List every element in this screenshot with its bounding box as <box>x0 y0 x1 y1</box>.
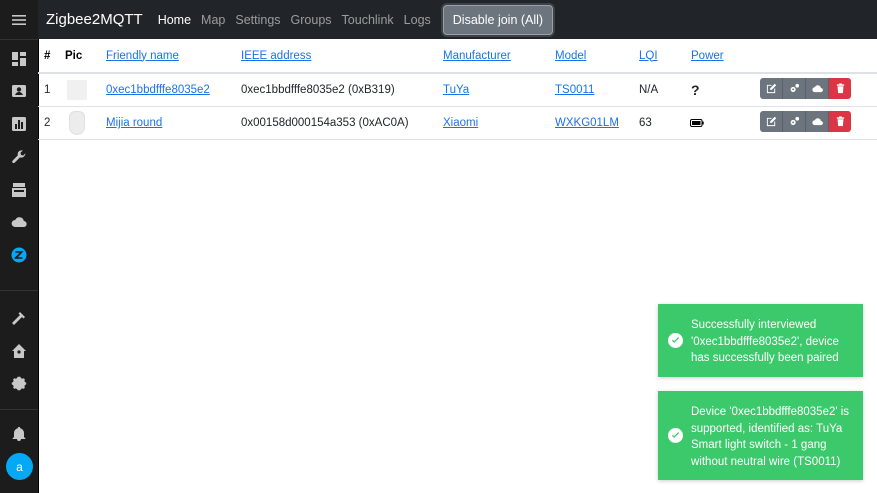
header-ieee-address[interactable]: IEEE address <box>241 39 311 72</box>
nav-map[interactable]: Map <box>201 13 225 27</box>
brand-title[interactable]: Zigbee2MQTT <box>46 11 143 28</box>
edit-icon <box>766 83 776 94</box>
cloud-icon <box>811 118 823 126</box>
avatar[interactable]: a <box>6 453 33 480</box>
sidebar-divider <box>0 290 38 291</box>
cogs-icon <box>790 83 799 92</box>
header-manufacturer[interactable]: Manufacturer <box>443 39 511 72</box>
sidebar-divider <box>0 39 38 40</box>
device-actions <box>760 111 851 132</box>
edit-icon <box>766 116 776 127</box>
ota-cloud-button[interactable] <box>806 78 829 99</box>
ota-cloud-button[interactable] <box>806 111 829 132</box>
sidebar-divider <box>0 409 38 410</box>
remove-button[interactable] <box>829 111 851 132</box>
hammer-icon[interactable] <box>0 305 38 331</box>
check-circle-icon <box>668 428 683 443</box>
device-manufacturer[interactable]: Xiaomi <box>443 107 478 139</box>
trash-icon <box>836 116 844 127</box>
toast-notification[interactable]: Device '0xec1bbdfffe8035e2' is supported… <box>658 391 863 480</box>
device-model[interactable]: WXKG01LM <box>555 107 619 139</box>
device-picture <box>69 107 85 139</box>
table-row: 2 Mijia round 0x00158d000154a353 (0xAC0A… <box>38 107 877 140</box>
device-friendly-name[interactable]: Mijia round <box>106 107 162 139</box>
toast-notification[interactable]: Successfully interviewed '0xec1bbdfffe80… <box>658 304 863 377</box>
home-assistant-icon[interactable] <box>0 338 38 364</box>
device-picture <box>67 74 87 106</box>
device-lqi: N/A <box>639 84 659 96</box>
map-icon[interactable] <box>0 78 38 104</box>
configure-button[interactable] <box>783 78 806 99</box>
toast-message: Successfully interviewed '0xec1bbdfffe80… <box>691 319 839 364</box>
check-circle-icon <box>668 333 683 348</box>
notifications-icon[interactable] <box>0 421 38 447</box>
device-manufacturer[interactable]: TuYa <box>443 74 469 106</box>
settings-icon[interactable] <box>0 371 38 397</box>
sidebar: a <box>0 0 39 493</box>
power-unknown-icon: ? <box>691 82 700 98</box>
row-number: 1 <box>44 84 51 96</box>
device-lqi: 63 <box>639 117 652 129</box>
header-friendly-name[interactable]: Friendly name <box>106 39 179 72</box>
nav-settings[interactable]: Settings <box>235 13 280 27</box>
row-number: 2 <box>44 117 51 129</box>
table-row: 1 0xec1bbdfffe8035e2 0xec1bbdfffe8035e2 … <box>38 74 877 107</box>
history-icon[interactable] <box>0 111 38 137</box>
nav-logs[interactable]: Logs <box>404 13 431 27</box>
cogs-icon <box>790 116 799 125</box>
nav-touchlink[interactable]: Touchlink <box>342 13 394 27</box>
device-ieee-address: 0x00158d000154a353 (0xAC0A) <box>241 117 409 129</box>
header-lqi[interactable]: LQI <box>639 39 658 72</box>
toast-message: Device '0xec1bbdfffe8035e2' is supported… <box>691 406 850 468</box>
device-model[interactable]: TS0011 <box>555 74 594 106</box>
header-power[interactable]: Power <box>691 39 724 72</box>
devices-table: # Pic Friendly name IEEE address Manufac… <box>38 39 877 140</box>
top-navbar: Zigbee2MQTT Home Map Settings Groups Tou… <box>38 0 877 39</box>
header-number: # <box>44 49 51 62</box>
wrench-icon[interactable] <box>0 144 38 170</box>
cloud-icon <box>811 85 823 93</box>
table-header: # Pic Friendly name IEEE address Manufac… <box>38 39 877 74</box>
battery-icon <box>690 107 704 139</box>
cloud-icon[interactable] <box>0 209 38 235</box>
rename-button[interactable] <box>760 111 783 132</box>
header-model[interactable]: Model <box>555 39 586 72</box>
disable-join-button[interactable]: Disable join (All) <box>442 4 554 35</box>
hacs-icon[interactable] <box>0 177 38 203</box>
nav-groups[interactable]: Groups <box>291 13 332 27</box>
device-ieee-address: 0xec1bbdfffe8035e2 (0xB319) <box>241 84 395 96</box>
rename-button[interactable] <box>760 78 783 99</box>
device-actions <box>760 78 851 99</box>
zigbee2mqtt-icon[interactable] <box>0 242 38 268</box>
configure-button[interactable] <box>783 111 806 132</box>
overview-icon[interactable] <box>0 46 38 72</box>
header-pic: Pic <box>65 49 83 62</box>
trash-icon <box>836 83 844 94</box>
device-friendly-name[interactable]: 0xec1bbdfffe8035e2 <box>106 74 210 106</box>
remove-button[interactable] <box>829 78 851 99</box>
nav-home[interactable]: Home <box>158 13 191 27</box>
menu-icon[interactable] <box>0 7 38 33</box>
